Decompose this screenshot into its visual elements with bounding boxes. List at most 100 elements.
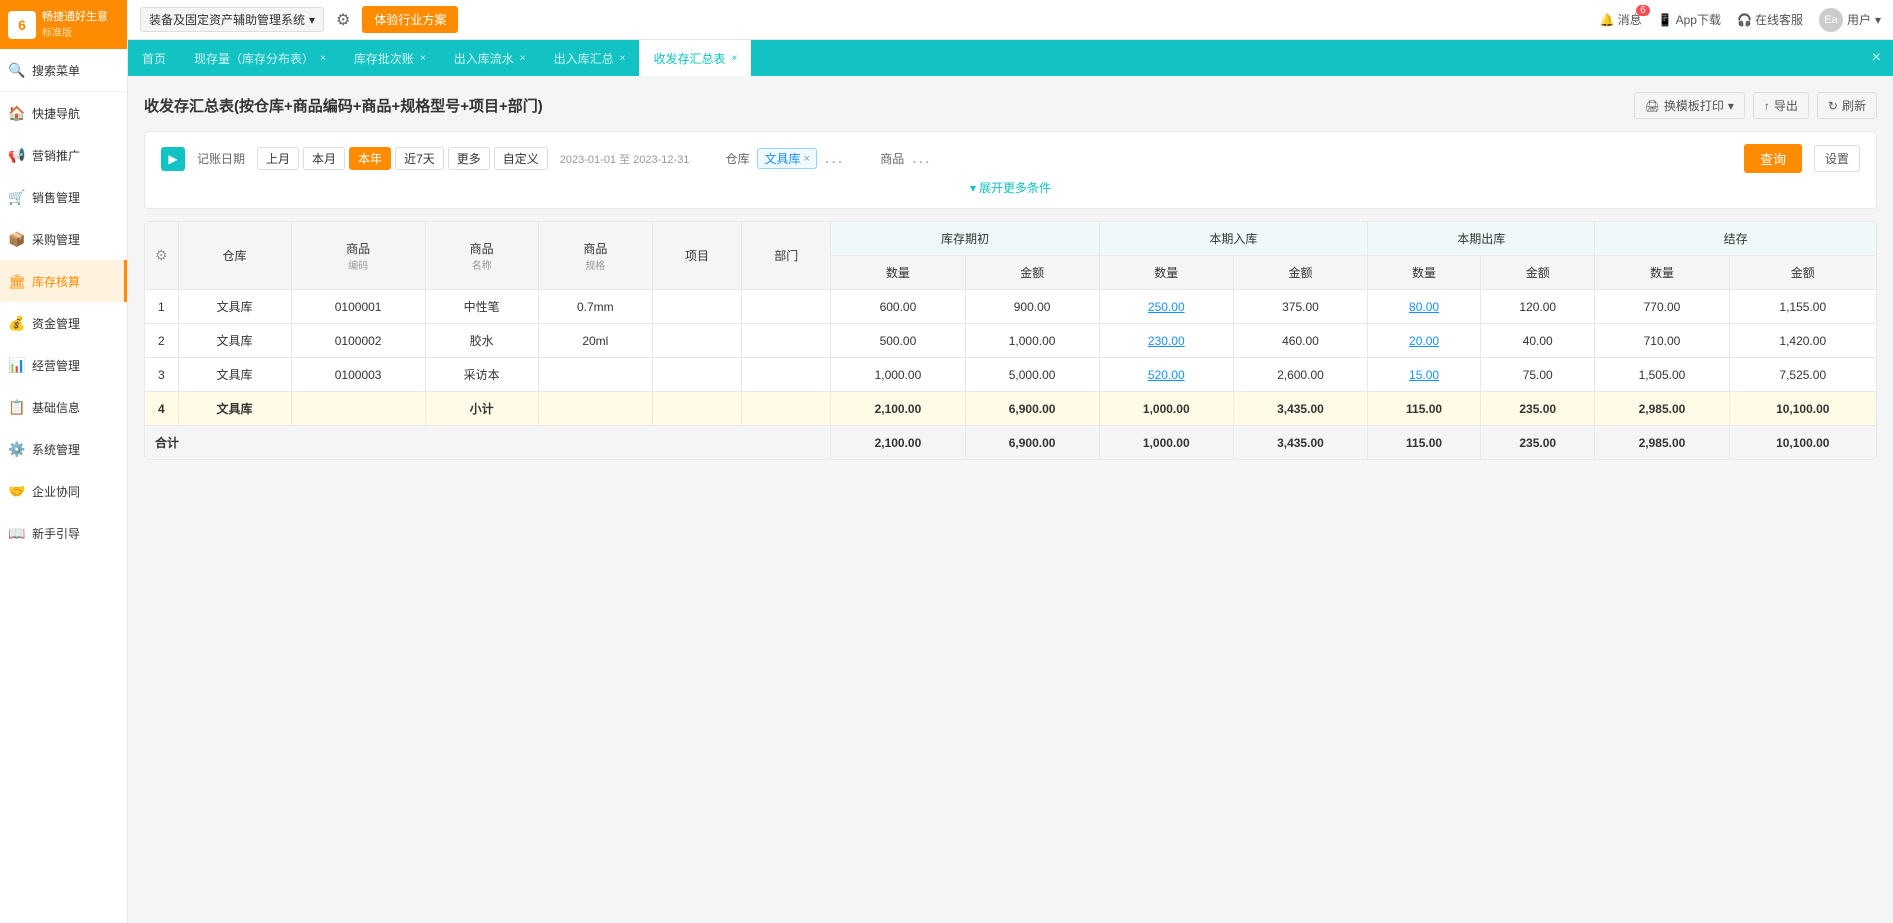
- link-value[interactable]: 20.00: [1409, 334, 1439, 348]
- row-in-qty[interactable]: 250.00: [1099, 290, 1233, 324]
- sidebar-item-basic[interactable]: 📋 基础信息: [0, 386, 127, 428]
- col-header-warehouse: 仓库: [178, 222, 291, 290]
- sidebar-item-quick-nav[interactable]: 🏠 快捷导航: [0, 92, 127, 134]
- row-spec: 0.7mm: [538, 290, 652, 324]
- warehouse-filter: 仓库 文具库 × ...: [725, 148, 844, 169]
- page-content: 收发存汇总表(按仓库+商品编码+商品+规格型号+项目+部门) 🖨 换模板打印 ▾…: [128, 76, 1893, 923]
- row-in-qty[interactable]: 230.00: [1099, 324, 1233, 358]
- filter-expand-button[interactable]: ▶: [161, 147, 185, 171]
- row-out-amt: 235.00: [1481, 392, 1595, 426]
- notifications-button[interactable]: 🔔 消息 6: [1600, 11, 1642, 28]
- sidebar-item-sales[interactable]: 🛒 销售管理: [0, 176, 127, 218]
- close-all-tabs-button[interactable]: ×: [1860, 49, 1893, 67]
- tab-inventory-dist[interactable]: 现存量（库存分布表） ×: [180, 40, 340, 76]
- link-value[interactable]: 520.00: [1148, 368, 1185, 382]
- sidebar-item-operations[interactable]: 📊 经营管理: [0, 344, 127, 386]
- close-icon[interactable]: ×: [320, 53, 326, 64]
- date-last-month-button[interactable]: 上月: [257, 147, 299, 170]
- sidebar-item-finance[interactable]: 💰 资金管理: [0, 302, 127, 344]
- search-button[interactable]: 查询: [1744, 144, 1802, 173]
- row-in-amt: 3,435.00: [1233, 392, 1367, 426]
- sidebar-search[interactable]: 🔍 搜索菜单: [0, 49, 127, 92]
- collab-icon: 🤝: [8, 482, 26, 500]
- trial-button[interactable]: 体验行业方案: [362, 6, 458, 33]
- tab-label: 首页: [142, 50, 166, 67]
- row-spec: 20ml: [538, 324, 652, 358]
- refresh-button[interactable]: ↻ 刷新: [1817, 92, 1877, 119]
- tab-label: 现存量（库存分布表）: [194, 50, 314, 67]
- filter-settings-button[interactable]: 设置: [1814, 145, 1860, 172]
- online-service-label: 在线客服: [1755, 11, 1803, 28]
- date-this-month-button[interactable]: 本月: [303, 147, 345, 170]
- avatar: Ea: [1819, 8, 1843, 32]
- goods-filter-more[interactable]: ...: [912, 150, 931, 168]
- inventory-icon: 🏛: [8, 272, 26, 290]
- date-7-days-button[interactable]: 近7天: [395, 147, 444, 170]
- warehouse-filter-more[interactable]: ...: [825, 150, 844, 168]
- col-sub-close-qty: 数量: [1595, 256, 1729, 290]
- refresh-icon: ↻: [1828, 99, 1838, 113]
- tab-flow[interactable]: 出入库流水 ×: [440, 40, 540, 76]
- date-custom-button[interactable]: 自定义: [494, 147, 548, 170]
- row-out-qty[interactable]: 15.00: [1368, 358, 1481, 392]
- row-open-qty: 2,100.00: [831, 392, 965, 426]
- row-out-qty[interactable]: 80.00: [1368, 290, 1481, 324]
- row-open-amt: 1,000.00: [965, 324, 1099, 358]
- settings-icon[interactable]: ⚙: [155, 247, 168, 263]
- sidebar-item-label: 基础信息: [32, 399, 80, 416]
- chevron-down-icon: ▾: [1728, 99, 1734, 113]
- sidebar-item-system[interactable]: ⚙️ 系统管理: [0, 428, 127, 470]
- row-dept: [742, 324, 831, 358]
- quick-nav-icon: 🏠: [8, 104, 26, 122]
- row-out-qty: 115.00: [1368, 392, 1481, 426]
- date-filter-buttons: 上月 本月 本年 近7天 更多 自定义: [257, 147, 548, 170]
- expand-more-button[interactable]: ▾ 展开更多条件: [970, 179, 1051, 196]
- table-row: 3文具库0100003采访本1,000.005,000.00520.002,60…: [145, 358, 1877, 392]
- tab-summary[interactable]: 出入库汇总 ×: [540, 40, 640, 76]
- col-sub-open-amt: 金额: [965, 256, 1099, 290]
- gear-icon[interactable]: ⚙: [336, 10, 350, 30]
- close-icon[interactable]: ×: [731, 53, 737, 64]
- date-this-year-button[interactable]: 本年: [349, 147, 391, 170]
- row-no: 4: [145, 392, 179, 426]
- row-open-qty: 1,000.00: [831, 358, 965, 392]
- link-value[interactable]: 80.00: [1409, 300, 1439, 314]
- template-print-button[interactable]: 🖨 换模板打印 ▾: [1634, 92, 1745, 119]
- row-close-amt: 7,525.00: [1729, 358, 1876, 392]
- row-in-qty[interactable]: 520.00: [1099, 358, 1233, 392]
- row-in-amt: 2,600.00: [1233, 358, 1367, 392]
- link-value[interactable]: 15.00: [1409, 368, 1439, 382]
- link-value[interactable]: 230.00: [1148, 334, 1185, 348]
- col-sub-in-qty: 数量: [1099, 256, 1233, 290]
- system-select[interactable]: 装备及固定资产辅助管理系统 ▾: [140, 7, 324, 32]
- row-close-qty: 710.00: [1595, 324, 1729, 358]
- sidebar-item-purchase[interactable]: 📦 采购管理: [0, 218, 127, 260]
- warehouse-tag-close[interactable]: ×: [803, 153, 809, 165]
- row-open-amt: 5,000.00: [965, 358, 1099, 392]
- col-sub-open-qty: 数量: [831, 256, 965, 290]
- date-more-button[interactable]: 更多: [448, 147, 490, 170]
- table-row: 1文具库0100001中性笔0.7mm600.00900.00250.00375…: [145, 290, 1877, 324]
- filter-row: ▶ 记账日期 上月 本月 本年 近7天 更多 自定义 2023-01-01 至 …: [161, 144, 1860, 173]
- row-out-qty[interactable]: 20.00: [1368, 324, 1481, 358]
- marketing-icon: 📢: [8, 146, 26, 164]
- close-icon[interactable]: ×: [420, 53, 426, 64]
- user-menu[interactable]: Ea 用户 ▾: [1819, 8, 1881, 32]
- export-button[interactable]: ↑ 导出: [1753, 92, 1809, 119]
- close-icon[interactable]: ×: [620, 53, 626, 64]
- tab-recv-send[interactable]: 收发存汇总表 ×: [639, 40, 751, 76]
- close-icon[interactable]: ×: [520, 53, 526, 64]
- tab-batch[interactable]: 库存批次账 ×: [340, 40, 440, 76]
- page-header: 收发存汇总表(按仓库+商品编码+商品+规格型号+项目+部门) 🖨 换模板打印 ▾…: [144, 92, 1877, 119]
- app-download-button[interactable]: 📱 App下载: [1658, 11, 1721, 28]
- sidebar-item-inventory[interactable]: 🏛 库存核算: [0, 260, 127, 302]
- sidebar-item-collab[interactable]: 🤝 企业协同: [0, 470, 127, 512]
- online-service-button[interactable]: 🎧 在线客服: [1737, 11, 1803, 28]
- footer-close-amt: 10,100.00: [1729, 426, 1876, 460]
- sidebar-item-marketing[interactable]: 📢 营销推广: [0, 134, 127, 176]
- sidebar-item-guide[interactable]: 📖 新手引导: [0, 512, 127, 554]
- tab-home[interactable]: 首页: [128, 40, 180, 76]
- purchase-icon: 📦: [8, 230, 26, 248]
- col-header-spec: 商品规格: [538, 222, 652, 290]
- link-value[interactable]: 250.00: [1148, 300, 1185, 314]
